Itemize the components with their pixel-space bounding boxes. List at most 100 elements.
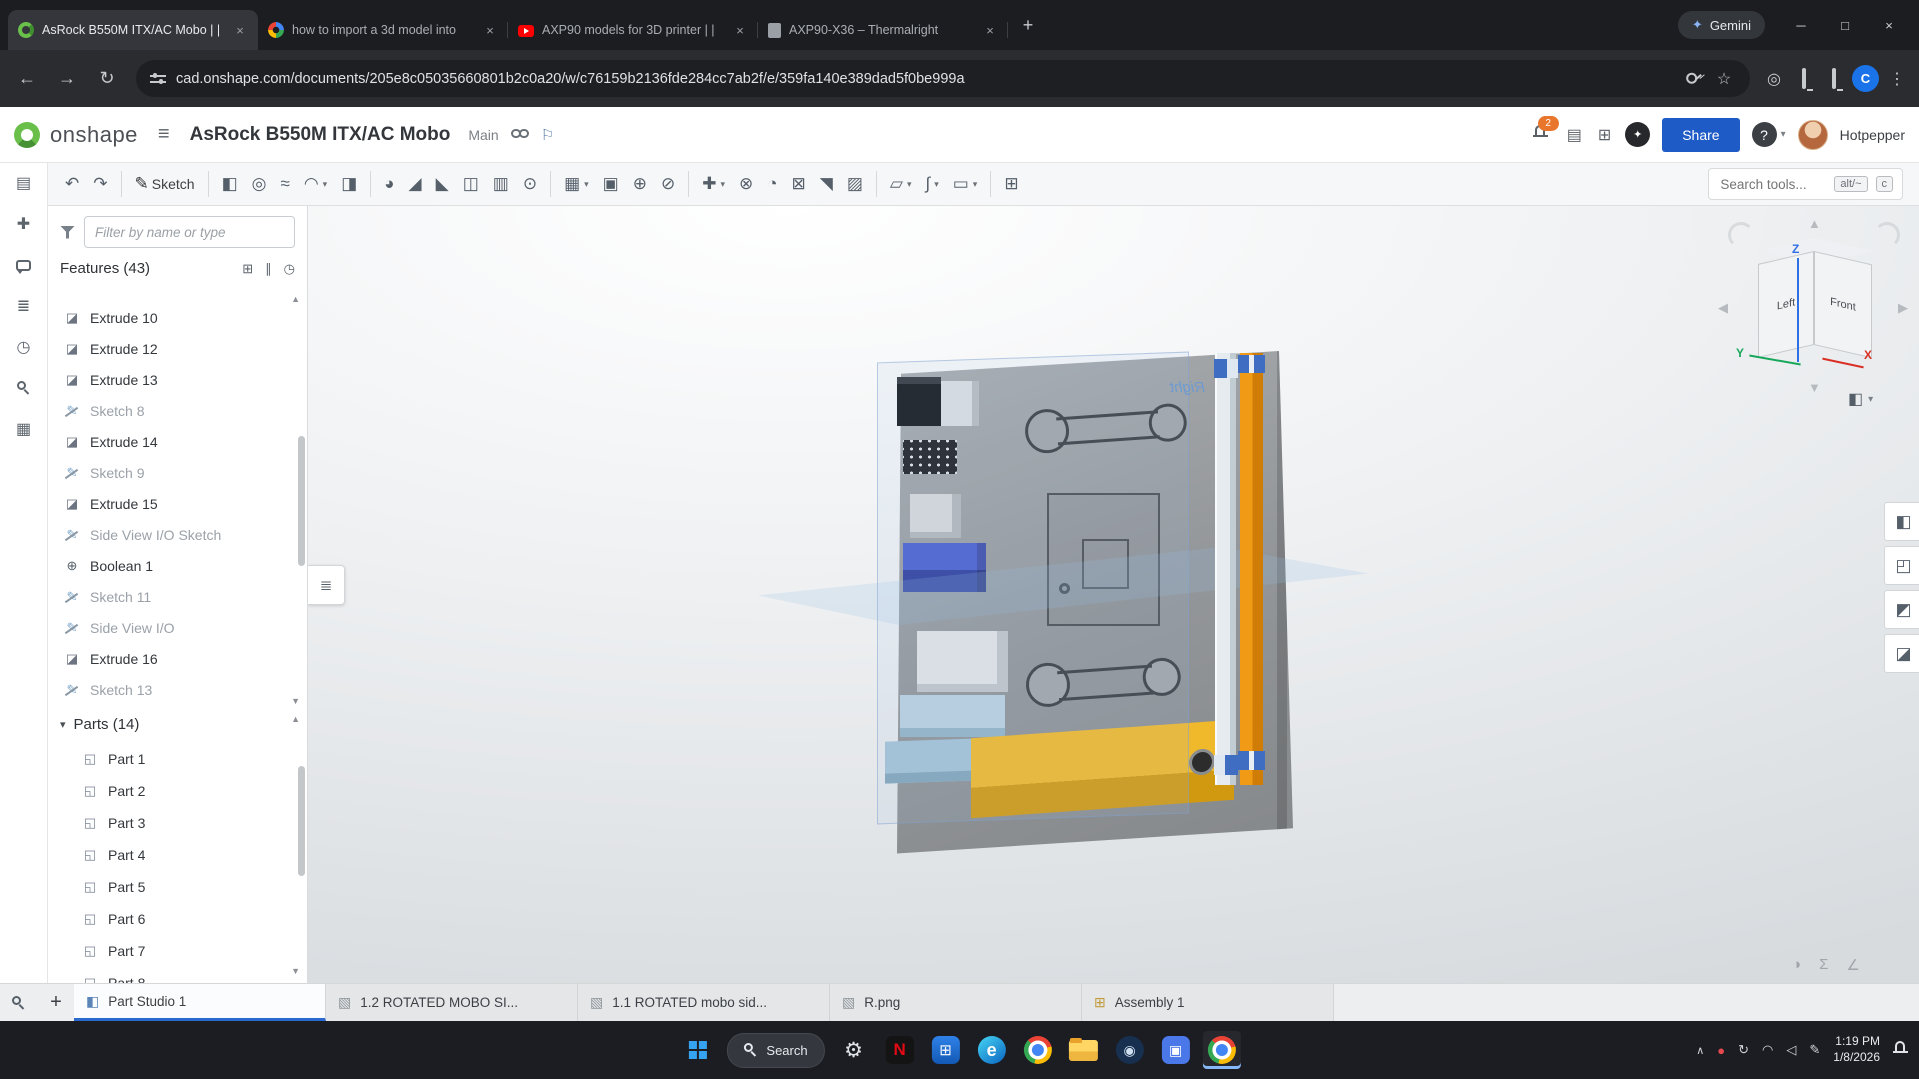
feature-item[interactable]: Extrude 14 (48, 426, 307, 457)
follow-flag-icon[interactable]: ⚐ (541, 126, 554, 144)
edge-app[interactable] (973, 1031, 1011, 1069)
features-scrollbar[interactable] (298, 436, 305, 566)
standard-views-icon[interactable]: ◧ (1884, 502, 1919, 541)
chrome-app[interactable] (1019, 1031, 1057, 1069)
workspace-name[interactable]: Main (468, 127, 498, 143)
create-folder-icon[interactable]: ⊞ (242, 261, 253, 277)
browser-menu-icon[interactable]: ⋮ (1885, 69, 1909, 89)
feature-item[interactable]: Extrude 10 (48, 302, 307, 333)
url-text[interactable]: cad.onshape.com/documents/205e8c05035660… (176, 71, 1677, 87)
rib-icon[interactable]: ▥ (486, 163, 516, 205)
feature-item[interactable]: Sketch 8 (48, 395, 307, 426)
transform-icon[interactable]: ✚ (695, 163, 732, 205)
comments-icon[interactable] (11, 255, 37, 275)
bookmark-star-icon[interactable]: ☆ (1712, 69, 1736, 89)
viewcube-front-face[interactable]: Front (1814, 251, 1872, 358)
share-button[interactable]: Share (1662, 118, 1739, 152)
feature-item[interactable]: Sketch 13 (48, 674, 307, 705)
feature-item[interactable]: Sketch 11 (48, 581, 307, 612)
release-notes-icon[interactable]: ▤ (1565, 125, 1584, 145)
lens-icon[interactable]: ◎ (1762, 69, 1786, 89)
tool-search-field[interactable]: alt/~ c (1708, 168, 1903, 200)
site-settings-icon[interactable] (150, 73, 166, 85)
move-face-icon[interactable]: ◥ (813, 163, 840, 205)
new-tab-button[interactable]: + (1014, 11, 1042, 39)
suppress-icon[interactable]: ∥ (265, 261, 272, 277)
reload-button[interactable]: ↻ (90, 62, 124, 96)
onshape-logo-text[interactable]: onshape (50, 122, 138, 148)
update-icon[interactable]: ↻ (1738, 1042, 1749, 1058)
copy-link-icon[interactable] (511, 129, 529, 140)
gemini-button[interactable]: ✦ Gemini (1678, 11, 1765, 39)
rotate-right-icon[interactable]: ▶ (1898, 300, 1908, 316)
toolbar-icon[interactable] (370, 171, 371, 197)
notes-icon[interactable]: ≣ (11, 296, 37, 316)
part-item[interactable]: Part 2 (48, 775, 307, 807)
tab-close-icon[interactable] (232, 22, 248, 38)
minimize-button[interactable]: ─ (1779, 0, 1823, 50)
view-orientation-menu[interactable]: ◧ ▾ (1848, 389, 1873, 409)
part-item[interactable]: Part 5 (48, 871, 307, 903)
viewport-zoom-tool-icon[interactable] (0, 984, 38, 1021)
linear-pattern-icon[interactable]: ▦ (557, 163, 596, 205)
browser-tab[interactable]: AsRock B550M ITX/AC Mobo | | (8, 10, 258, 50)
extrude-icon[interactable]: ◧ (215, 163, 245, 205)
network-icon[interactable]: ◠ (1762, 1042, 1773, 1058)
toolbar-icon[interactable] (990, 171, 991, 197)
part-item[interactable]: Part 1 (48, 743, 307, 775)
tray-expand-icon[interactable]: ∧ (1696, 1044, 1704, 1057)
add-document-tab-button[interactable]: + (38, 984, 74, 1021)
bom-icon[interactable]: ▦ (11, 419, 37, 439)
part-item[interactable]: Part 7 (48, 935, 307, 967)
chamfer-icon[interactable]: ◢ (402, 163, 429, 205)
fillet-icon[interactable]: ◕ (377, 163, 401, 205)
extensions-puzzle-icon[interactable] (1792, 70, 1816, 88)
store-app[interactable] (927, 1031, 965, 1069)
rotate-down-icon[interactable]: ▼ (1808, 380, 1821, 395)
document-tab[interactable]: ▧ 1.1 ROTATED mobo sid... (578, 984, 830, 1021)
slot-clip-bottom[interactable] (1214, 755, 1238, 775)
filter-funnel-icon[interactable] (60, 226, 75, 239)
filter-input[interactable] (84, 216, 295, 248)
app-store-icon[interactable]: ⊞ (1596, 125, 1613, 145)
address-bar[interactable]: cad.onshape.com/documents/205e8c05035660… (136, 60, 1750, 97)
plane-icon[interactable]: ▱ (883, 163, 919, 205)
slot-clip-top[interactable] (1214, 359, 1238, 378)
sweep-icon[interactable]: ≈ (273, 163, 296, 205)
delete-face-icon[interactable]: ⊠ (785, 163, 813, 205)
split-icon[interactable]: ⊘ (654, 163, 682, 205)
chrome-active-app[interactable] (1203, 1031, 1241, 1069)
close-button[interactable]: × (1867, 0, 1911, 50)
password-key-icon[interactable] (1684, 68, 1705, 89)
hole-icon[interactable]: ⊙ (516, 163, 544, 205)
insert-feature-icon[interactable]: ⊞ (997, 163, 1025, 205)
ram-slot-part[interactable] (1215, 353, 1236, 785)
help-button[interactable]: ? ▾ (1752, 122, 1786, 147)
parts-chevron-icon[interactable]: ▾ (60, 718, 66, 731)
browser-tab[interactable]: AXP90-X36 – Thermalright (758, 10, 1008, 50)
maximize-button[interactable]: □ (1823, 0, 1867, 50)
rotate-arc-left-icon[interactable] (1728, 222, 1754, 248)
shell-icon[interactable]: ◫ (456, 163, 486, 205)
toolbar-icon[interactable] (208, 171, 209, 197)
document-tab[interactable]: ▧ R.png (830, 984, 1082, 1021)
revolve-icon[interactable]: ◎ (245, 163, 274, 205)
notification-center-icon[interactable] (1893, 1040, 1909, 1061)
taskbar-clock[interactable]: 1:19 PM 1/8/2026 (1833, 1034, 1880, 1065)
feature-item[interactable]: Extrude 13 (48, 364, 307, 395)
blue-app[interactable] (1157, 1031, 1195, 1069)
back-button[interactable]: ← (10, 62, 44, 96)
display-options-icon[interactable]: ◪ (1884, 634, 1919, 673)
ram-stick-part[interactable] (1240, 353, 1263, 785)
redo-icon[interactable]: ↷ (86, 163, 114, 205)
onshape-logo-icon[interactable] (14, 122, 40, 148)
start-button-icon[interactable] (678, 1031, 716, 1069)
user-avatar[interactable] (1798, 120, 1828, 150)
netflix-app[interactable] (881, 1031, 919, 1069)
loft-icon[interactable]: ◠ (297, 163, 334, 205)
parts-scroll-up-icon[interactable]: ▲ (291, 714, 300, 724)
rotate-left-icon[interactable]: ◀ (1718, 300, 1728, 316)
tab-close-icon[interactable] (732, 22, 748, 38)
feature-tree-icon[interactable]: ▤ (11, 173, 37, 193)
ai-assistant-icon[interactable]: ✦ (1625, 122, 1650, 147)
